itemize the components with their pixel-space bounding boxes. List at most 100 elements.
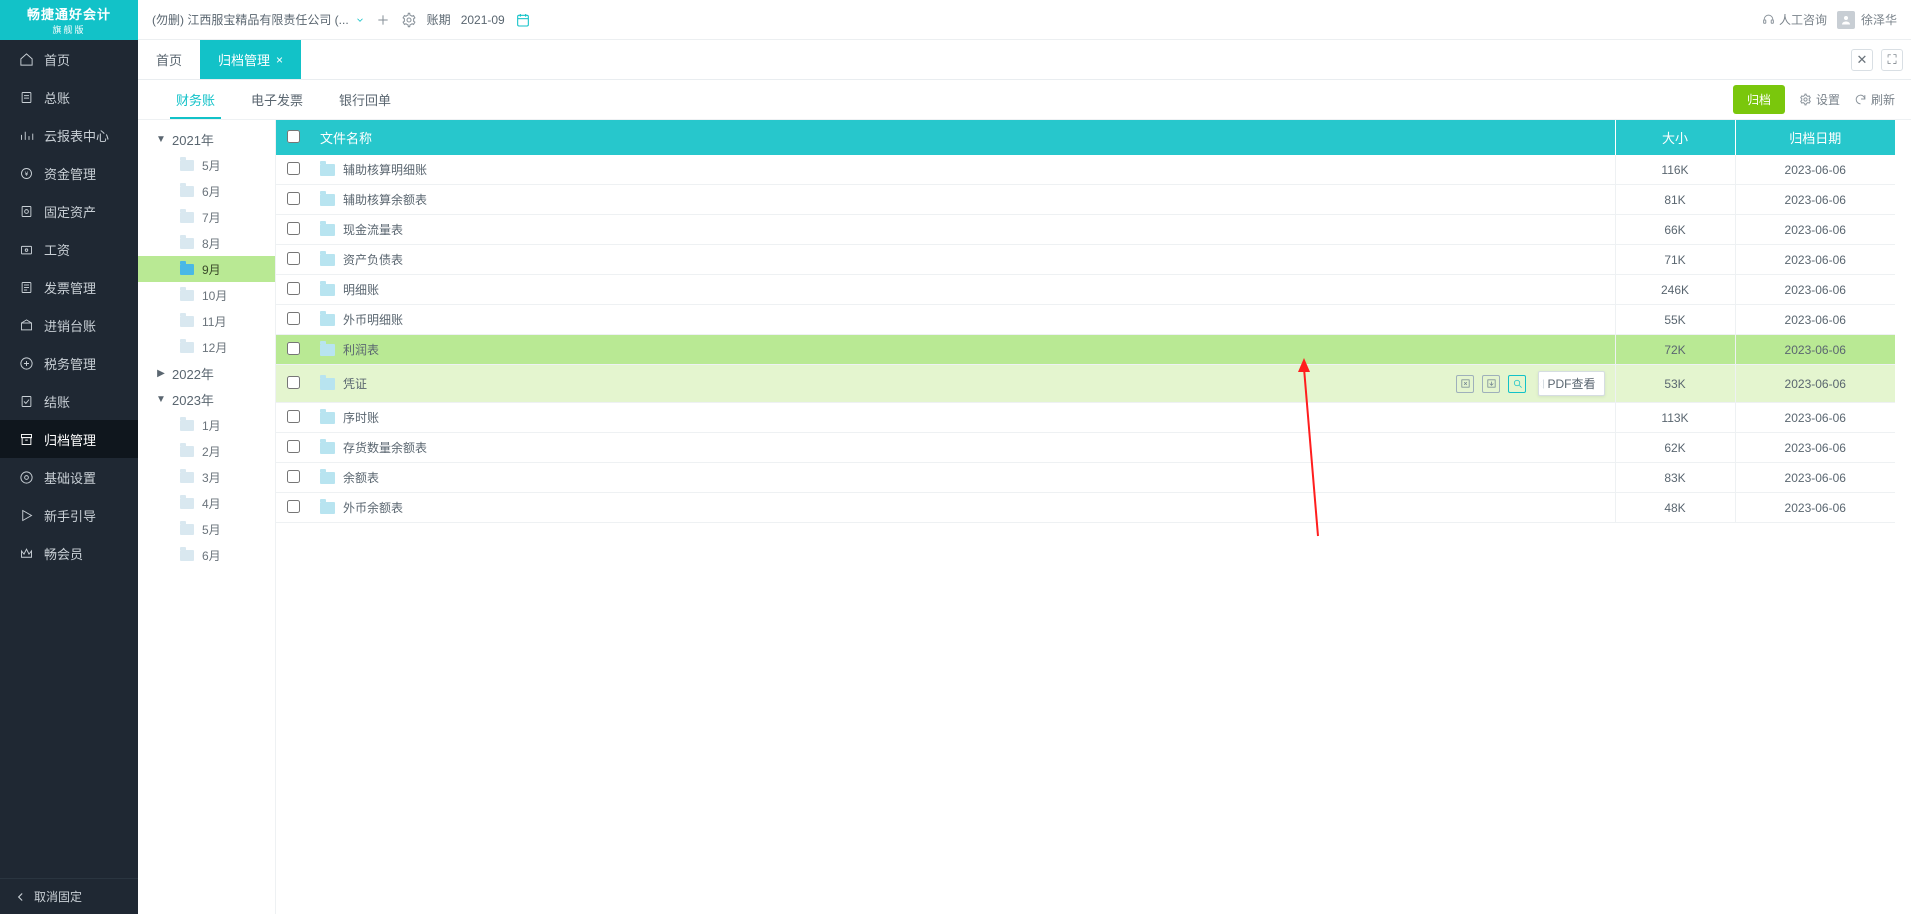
tree-month-label: 6月 bbox=[202, 547, 221, 564]
tab-archive[interactable]: 归档管理 × bbox=[200, 40, 301, 79]
file-name: 凭证 bbox=[343, 375, 367, 392]
tree-month[interactable]: 1月 bbox=[138, 412, 275, 438]
file-size: 53K bbox=[1615, 365, 1735, 403]
sidebar-item-assets[interactable]: 固定资产 bbox=[0, 192, 138, 230]
row-checkbox[interactable] bbox=[287, 342, 300, 355]
plus-icon[interactable] bbox=[375, 12, 391, 28]
tree-month[interactable]: 5月 bbox=[138, 516, 275, 542]
tree-month-label: 4月 bbox=[202, 495, 221, 512]
fullscreen-button[interactable]: ⛶ bbox=[1881, 49, 1903, 71]
tree-year[interactable]: ▼2021年 bbox=[138, 126, 275, 152]
sidebar-item-vip[interactable]: 畅会员 bbox=[0, 534, 138, 572]
tree-month[interactable]: 10月 bbox=[138, 282, 275, 308]
tree-month[interactable]: 9月 bbox=[138, 256, 275, 282]
sidebar-item-label: 首页 bbox=[44, 50, 70, 69]
table-row[interactable]: 外币明细账55K2023-06-06 bbox=[276, 305, 1895, 335]
file-size: 62K bbox=[1615, 433, 1735, 463]
row-checkbox[interactable] bbox=[287, 192, 300, 205]
tree-month[interactable]: 4月 bbox=[138, 490, 275, 516]
pdf-view-button[interactable] bbox=[1508, 375, 1526, 393]
gear-icon[interactable] bbox=[401, 12, 417, 28]
tab-close-icon[interactable]: × bbox=[276, 53, 283, 67]
subtab-bank[interactable]: 银行回单 bbox=[321, 80, 409, 119]
file-name: 存货数量余额表 bbox=[343, 439, 427, 456]
row-checkbox[interactable] bbox=[287, 162, 300, 175]
tree-year[interactable]: ▶2022年 bbox=[138, 360, 275, 386]
archive-button[interactable]: 归档 bbox=[1733, 85, 1785, 114]
tab-close-button[interactable]: ✕ bbox=[1851, 49, 1873, 71]
sidebar-item-jxc[interactable]: 进销台账 bbox=[0, 306, 138, 344]
sidebar-unpin-label: 取消固定 bbox=[34, 888, 82, 905]
table-row[interactable]: 现金流量表66K2023-06-06 bbox=[276, 215, 1895, 245]
table-row[interactable]: 明细账246K2023-06-06 bbox=[276, 275, 1895, 305]
row-checkbox[interactable] bbox=[287, 470, 300, 483]
folder-icon bbox=[180, 472, 194, 483]
sidebar-item-ledger[interactable]: 总账 bbox=[0, 78, 138, 116]
tree-month[interactable]: 12月 bbox=[138, 334, 275, 360]
company-selector[interactable]: (勿删) 江西服宝精品有限责任公司 (... bbox=[152, 11, 365, 28]
row-checkbox[interactable] bbox=[287, 312, 300, 325]
row-checkbox[interactable] bbox=[287, 252, 300, 265]
refresh-link[interactable]: 刷新 bbox=[1854, 91, 1895, 108]
table-row[interactable]: 辅助核算余额表81K2023-06-06 bbox=[276, 185, 1895, 215]
tree-month[interactable]: 6月 bbox=[138, 542, 275, 568]
sidebar-item-salary[interactable]: 工资 bbox=[0, 230, 138, 268]
human-support-button[interactable]: 人工咨询 bbox=[1762, 11, 1827, 28]
tree-month[interactable]: 8月 bbox=[138, 230, 275, 256]
table-row[interactable]: 利润表72K2023-06-06 bbox=[276, 335, 1895, 365]
sidebar-unpin-button[interactable]: 取消固定 bbox=[0, 878, 138, 914]
row-checkbox[interactable] bbox=[287, 376, 300, 389]
sidebar-item-label: 新手引导 bbox=[44, 506, 96, 525]
table-row[interactable]: 存货数量余额表62K2023-06-06 bbox=[276, 433, 1895, 463]
tree-month[interactable]: 11月 bbox=[138, 308, 275, 334]
file-date: 2023-06-06 bbox=[1735, 245, 1895, 275]
select-all-checkbox[interactable] bbox=[287, 130, 300, 143]
row-checkbox[interactable] bbox=[287, 222, 300, 235]
tree-month[interactable]: 5月 bbox=[138, 152, 275, 178]
sidebar-item-tax[interactable]: 税务管理 bbox=[0, 344, 138, 382]
file-date: 2023-06-06 bbox=[1735, 463, 1895, 493]
table-row[interactable]: 外币余额表48K2023-06-06 bbox=[276, 493, 1895, 523]
tab-home[interactable]: 首页 bbox=[138, 40, 200, 79]
settings-link[interactable]: 设置 bbox=[1799, 91, 1840, 108]
tree-month[interactable]: 3月 bbox=[138, 464, 275, 490]
folder-icon bbox=[180, 290, 194, 301]
subtab-einv[interactable]: 电子发票 bbox=[233, 80, 321, 119]
row-checkbox[interactable] bbox=[287, 440, 300, 453]
sidebar-item-invoice[interactable]: 发票管理 bbox=[0, 268, 138, 306]
subtab-fin[interactable]: 财务账 bbox=[158, 80, 233, 119]
row-checkbox[interactable] bbox=[287, 282, 300, 295]
sidebar-item-home[interactable]: 首页 bbox=[0, 40, 138, 78]
file-name: 利润表 bbox=[343, 341, 379, 358]
base-icon bbox=[18, 469, 34, 485]
assets-icon bbox=[18, 203, 34, 219]
file-date: 2023-06-06 bbox=[1735, 275, 1895, 305]
tree-month[interactable]: 7月 bbox=[138, 204, 275, 230]
tab-label: 归档管理 bbox=[218, 50, 270, 69]
sidebar-item-label: 总账 bbox=[44, 88, 70, 107]
user-menu[interactable]: 徐泽华 bbox=[1837, 11, 1897, 29]
tree-month-label: 5月 bbox=[202, 521, 221, 538]
table-row[interactable]: 资产负债表71K2023-06-06 bbox=[276, 245, 1895, 275]
calendar-icon[interactable] bbox=[515, 12, 531, 28]
folder-icon bbox=[320, 224, 335, 236]
col-checkbox bbox=[276, 120, 310, 155]
download-excel-button[interactable] bbox=[1456, 375, 1474, 393]
tree-month[interactable]: 2月 bbox=[138, 438, 275, 464]
sidebar-item-base[interactable]: 基础设置 bbox=[0, 458, 138, 496]
sidebar-item-funds[interactable]: ¥资金管理 bbox=[0, 154, 138, 192]
table-row[interactable]: 序时账113K2023-06-06 bbox=[276, 403, 1895, 433]
table-row[interactable]: 凭证PDF查看53K2023-06-06 bbox=[276, 365, 1895, 403]
sidebar-item-reports[interactable]: 云报表中心 bbox=[0, 116, 138, 154]
tree-year[interactable]: ▼2023年 bbox=[138, 386, 275, 412]
tree-month[interactable]: 6月 bbox=[138, 178, 275, 204]
table-row[interactable]: 辅助核算明细账116K2023-06-06 bbox=[276, 155, 1895, 185]
period-value[interactable]: 2021-09 bbox=[461, 13, 505, 27]
row-checkbox[interactable] bbox=[287, 500, 300, 513]
download-pdf-button[interactable] bbox=[1482, 375, 1500, 393]
sidebar-item-close[interactable]: 结账 bbox=[0, 382, 138, 420]
sidebar-item-guide[interactable]: 新手引导 bbox=[0, 496, 138, 534]
table-row[interactable]: 余额表83K2023-06-06 bbox=[276, 463, 1895, 493]
sidebar-item-archive[interactable]: 归档管理 bbox=[0, 420, 138, 458]
row-checkbox[interactable] bbox=[287, 410, 300, 423]
